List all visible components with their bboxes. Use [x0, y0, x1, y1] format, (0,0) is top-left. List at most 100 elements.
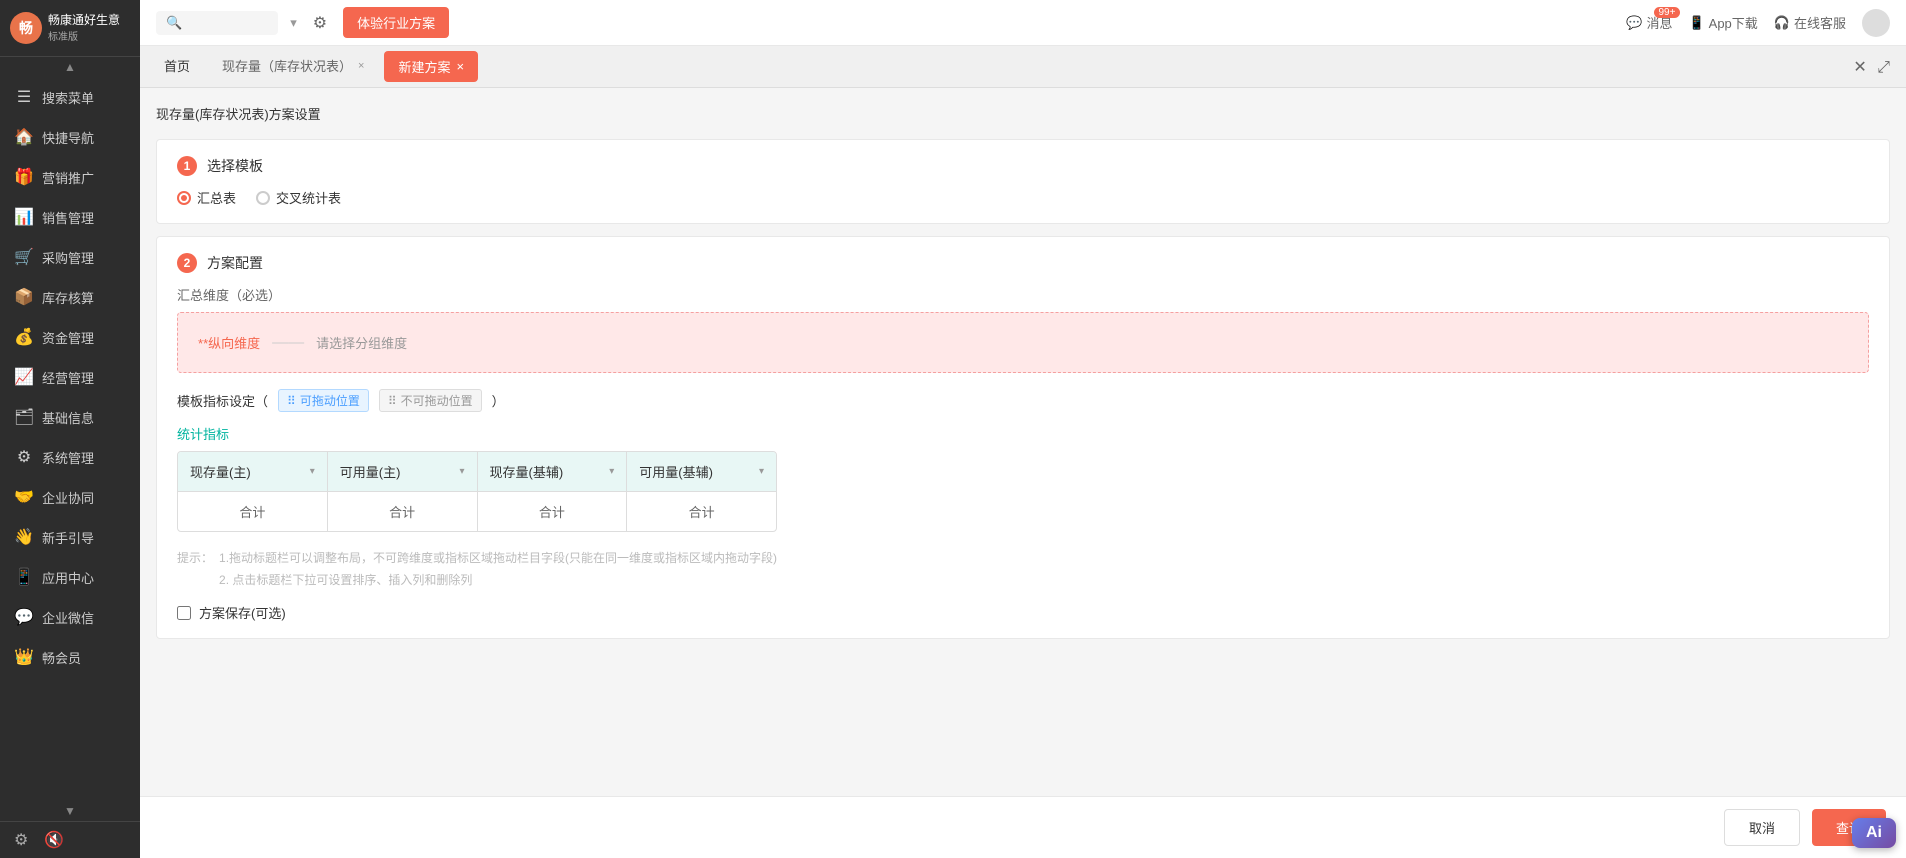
tab-home[interactable]: 首页	[148, 46, 206, 87]
sidebar-scroll-down[interactable]: ▼	[0, 801, 140, 821]
dimension-box: **纵向维度 —— 请选择分组维度	[177, 312, 1869, 373]
inventory-icon: 📦	[14, 287, 34, 307]
sidebar-item-finance[interactable]: 💰 资金管理	[0, 317, 140, 357]
no-drag-icon: ⠿	[388, 394, 397, 408]
stat-col-3[interactable]: 现存量(基辅) ▾	[478, 452, 628, 491]
stat-col-1[interactable]: 现存量(主) ▾	[178, 452, 328, 491]
sidebar-item-system[interactable]: ⚙ 系统管理	[0, 437, 140, 477]
stat-cell-3: 合计	[478, 492, 628, 531]
logo-icon: 畅	[10, 12, 42, 44]
newbie-icon: 👋	[14, 527, 34, 547]
main-area: 🔍 ▾ ⚙ 体验行业方案 💬 消息 99+ 📱 App下载 🎧 在线客服	[140, 0, 1906, 858]
tab-home-label: 首页	[164, 56, 190, 75]
search-menu-icon: ☰	[14, 87, 34, 107]
search-input[interactable]	[188, 16, 268, 30]
sidebar-item-label: 搜索菜单	[42, 88, 94, 107]
stat-col-4-label: 可用量(基辅)	[639, 462, 713, 481]
tab-inventory-status[interactable]: 现存量（库存状况表） ×	[206, 46, 380, 87]
stat-col-2[interactable]: 可用量(主) ▾	[328, 452, 478, 491]
sidebar-item-label: 经营管理	[42, 368, 94, 387]
sound-icon[interactable]: 🔇	[44, 830, 64, 850]
finance-icon: 💰	[14, 327, 34, 347]
section1-title: 选择模板	[207, 156, 263, 176]
save-option: 方案保存(可选)	[177, 603, 1869, 622]
dimension-placeholder[interactable]: 请选择分组维度	[316, 333, 407, 352]
sales-icon: 📊	[14, 207, 34, 227]
cancel-button[interactable]: 取消	[1724, 809, 1800, 846]
no-drag-indicator: ⠿ 不可拖动位置	[379, 389, 482, 412]
tips-section: 提示： 1.拖动标题栏可以调整布局，不可跨维度或指标区域拖动栏目字段(只能在同一…	[177, 548, 1869, 591]
system-icon: ⚙	[14, 447, 34, 467]
settings-icon[interactable]: ⚙	[14, 830, 28, 850]
sidebar-item-label: 库存核算	[42, 288, 94, 307]
tab-new-scheme[interactable]: 新建方案 ×	[384, 51, 478, 82]
user-avatar[interactable]	[1862, 9, 1890, 37]
tab-new-close[interactable]: ×	[456, 59, 464, 74]
sidebar-item-search-menu[interactable]: ☰ 搜索菜单	[0, 77, 140, 117]
tabs-expand-icon[interactable]: ✕ ⤢	[1845, 49, 1898, 85]
search-box[interactable]: 🔍	[156, 11, 278, 35]
footer-bar: 取消 查询	[140, 796, 1906, 858]
settings-gear-button[interactable]: ⚙	[309, 9, 331, 37]
drag-indicator: ⠿ 可拖动位置	[278, 389, 369, 412]
sidebar-item-label: 快捷导航	[42, 128, 94, 147]
sidebar-scroll-up[interactable]: ▲	[0, 57, 140, 77]
radio-summary-label: 汇总表	[197, 188, 236, 207]
page-title: 现存量(库存状况表)方案设置	[156, 104, 1890, 123]
sidebar-item-label: 企业协同	[42, 488, 94, 507]
radio-summary[interactable]: 汇总表	[177, 188, 236, 207]
sidebar-item-marketing[interactable]: 🎁 营销推广	[0, 157, 140, 197]
sidebar-item-sales[interactable]: 📊 销售管理	[0, 197, 140, 237]
sidebar-item-newbie[interactable]: 👋 新手引导	[0, 517, 140, 557]
tip-2-text: 2. 点击标题栏下拉可设置排序、插入列和删除列	[219, 570, 472, 592]
sidebar-item-operation[interactable]: 📈 经营管理	[0, 357, 140, 397]
stat-table-body: 合计 合计 合计 合计	[178, 491, 776, 531]
quick-nav-icon: 🏠	[14, 127, 34, 147]
sidebar-item-vip[interactable]: 👑 畅会员	[0, 637, 140, 677]
sidebar-item-label: 基础信息	[42, 408, 94, 427]
enterprise-icon: 🤝	[14, 487, 34, 507]
purchase-icon: 🛒	[14, 247, 34, 267]
stat-col-4[interactable]: 可用量(基辅) ▾	[627, 452, 776, 491]
logo-sub: 标准版	[48, 28, 120, 43]
sidebar-item-basic-info[interactable]: 🗂 基础信息	[0, 397, 140, 437]
topbar-right: 💬 消息 99+ 📱 App下载 🎧 在线客服	[1626, 9, 1890, 37]
stat-cell-1: 合计	[178, 492, 328, 531]
stat-table: 现存量(主) ▾ 可用量(主) ▾ 现存量(基辅) ▾ 可用量(基辅)	[177, 451, 777, 532]
chevron-down-4: ▾	[759, 466, 764, 477]
tip-1-text: 1.拖动标题栏可以调整布局，不可跨维度或指标区域拖动栏目字段(只能在同一维度或指…	[219, 548, 777, 570]
chevron-down-1: ▾	[310, 466, 315, 477]
sidebar-item-label: 资金管理	[42, 328, 94, 347]
indicator-setting-prefix: 模板指标设定（	[177, 391, 268, 410]
sidebar-item-quick-nav[interactable]: 🏠 快捷导航	[0, 117, 140, 157]
tab-inventory-close[interactable]: ×	[358, 60, 364, 72]
sidebar-item-wechat[interactable]: 💬 企业微信	[0, 597, 140, 637]
online-service-button[interactable]: 🎧 在线客服	[1774, 13, 1846, 32]
sidebar-item-label: 系统管理	[42, 448, 94, 467]
sidebar-item-app-center[interactable]: 📱 应用中心	[0, 557, 140, 597]
template-options: 汇总表 交叉统计表	[177, 188, 1869, 207]
messages-button[interactable]: 💬 消息 99+	[1626, 13, 1672, 32]
expand-icon: ⤢	[1877, 59, 1890, 76]
sidebar-item-inventory[interactable]: 📦 库存核算	[0, 277, 140, 317]
section1-card: 1 选择模板 汇总表 交叉统计表	[156, 139, 1890, 224]
ai-button[interactable]: Ai	[1852, 818, 1896, 848]
phone-icon: 📱	[1688, 15, 1704, 31]
app-download-button[interactable]: 📱 App下载	[1688, 13, 1757, 32]
sidebar-item-purchase[interactable]: 🛒 采购管理	[0, 237, 140, 277]
no-drag-label: 不可拖动位置	[401, 392, 473, 409]
sidebar-bottom: ⚙ 🔇	[0, 821, 140, 858]
drag-label: 可拖动位置	[300, 392, 360, 409]
save-checkbox[interactable]	[177, 606, 191, 620]
dimension-required-label: **纵向维度	[198, 333, 260, 352]
online-service-label: 在线客服	[1794, 13, 1846, 32]
industry-solution-button[interactable]: 体验行业方案	[343, 7, 449, 38]
operation-icon: 📈	[14, 367, 34, 387]
stat-indicators-label: 统计指标	[177, 424, 1869, 443]
chevron-down-icon[interactable]: ▾	[290, 15, 297, 31]
sidebar-item-label: 采购管理	[42, 248, 94, 267]
sidebar-item-label: 应用中心	[42, 568, 94, 587]
radio-cross[interactable]: 交叉统计表	[256, 188, 341, 207]
sidebar-item-enterprise[interactable]: 🤝 企业协同	[0, 477, 140, 517]
section2-title: 方案配置	[207, 253, 263, 273]
